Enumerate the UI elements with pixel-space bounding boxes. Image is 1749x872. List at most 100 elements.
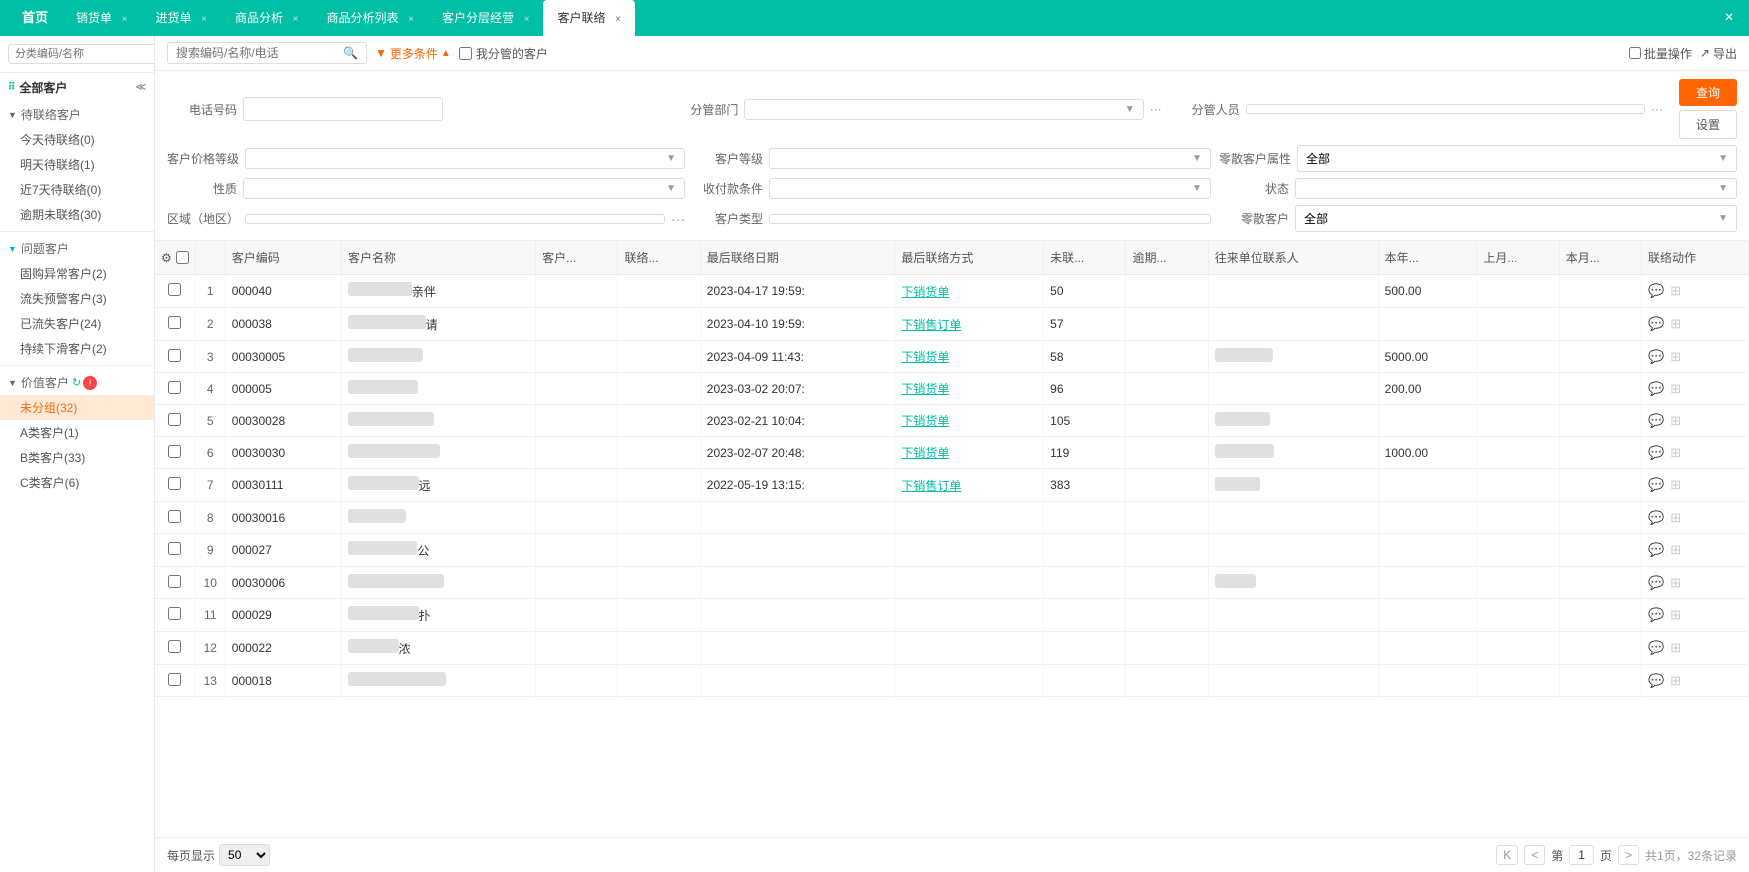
- prev-page-button[interactable]: <: [1524, 845, 1545, 865]
- col-contact[interactable]: 联络...: [618, 241, 700, 275]
- select-all-checkbox[interactable]: [176, 251, 189, 264]
- window-close-button[interactable]: ×: [1717, 6, 1741, 30]
- nav-sales-order[interactable]: 销货单 ×: [62, 0, 141, 36]
- next-page-button[interactable]: >: [1618, 845, 1639, 865]
- grid-action-icon[interactable]: ⊞: [1670, 316, 1681, 332]
- grid-action-icon[interactable]: ⊞: [1670, 575, 1681, 591]
- batch-op-button[interactable]: 批量操作: [1629, 45, 1692, 62]
- row-checkbox[interactable]: [168, 607, 181, 620]
- grid-action-icon[interactable]: ⊞: [1670, 640, 1681, 656]
- row-last-contact-method[interactable]: [895, 599, 1044, 632]
- row-checkbox[interactable]: [168, 640, 181, 653]
- current-page-display[interactable]: 1: [1569, 845, 1594, 865]
- chat-icon[interactable]: 💬: [1648, 349, 1664, 365]
- pending-contact-group[interactable]: ▼ 待联络客户: [0, 102, 154, 127]
- sidebar-item-unclassified[interactable]: 未分组(32): [0, 395, 154, 420]
- col-this-year[interactable]: 本年...: [1378, 241, 1477, 275]
- col-last-contact-method[interactable]: 最后联络方式: [895, 241, 1044, 275]
- contact-method-link[interactable]: 下销售订单: [901, 479, 961, 493]
- dept-select[interactable]: ▼: [744, 99, 1143, 120]
- col-type[interactable]: 客户...: [536, 241, 618, 275]
- chat-icon[interactable]: 💬: [1648, 477, 1664, 493]
- sidebar-item-tomorrow[interactable]: 明天待联络(1): [0, 152, 154, 177]
- grid-action-icon[interactable]: ⊞: [1670, 349, 1681, 365]
- chat-icon[interactable]: 💬: [1648, 413, 1664, 429]
- grid-action-icon[interactable]: ⊞: [1670, 413, 1681, 429]
- col-name[interactable]: 客户名称: [342, 241, 536, 275]
- phone-input[interactable]: [243, 97, 443, 121]
- sidebar-item-today[interactable]: 今天待联络(0): [0, 127, 154, 152]
- row-last-contact-method[interactable]: 下销货单: [895, 437, 1044, 469]
- customer-level-select[interactable]: ▼: [769, 148, 1211, 169]
- contact-method-link[interactable]: 下销货单: [901, 382, 949, 396]
- row-last-contact-method[interactable]: 下销货单: [895, 341, 1044, 373]
- close-customer-contact-icon[interactable]: ×: [615, 14, 621, 25]
- col-no-contact[interactable]: 未联...: [1044, 241, 1126, 275]
- search-input[interactable]: [176, 46, 343, 60]
- row-last-contact-method[interactable]: [895, 665, 1044, 697]
- reset-button[interactable]: 设置: [1679, 110, 1737, 139]
- person-select[interactable]: [1246, 104, 1645, 114]
- nav-customer-segment[interactable]: 客户分层经营 ×: [428, 0, 543, 36]
- chat-icon[interactable]: 💬: [1648, 607, 1664, 623]
- row-checkbox[interactable]: [168, 542, 181, 555]
- row-checkbox[interactable]: [168, 445, 181, 458]
- sidebar-item-overdue[interactable]: 逾期未联络(30): [0, 202, 154, 227]
- chat-icon[interactable]: 💬: [1648, 316, 1664, 332]
- row-checkbox[interactable]: [168, 510, 181, 523]
- search-icon[interactable]: 🔍: [343, 46, 358, 60]
- chat-icon[interactable]: 💬: [1648, 673, 1664, 689]
- sidebar-item-class-c[interactable]: C类客户(6): [0, 470, 154, 495]
- chat-icon[interactable]: 💬: [1648, 640, 1664, 656]
- retail-customer-select[interactable]: 全部 ▼: [1295, 205, 1737, 232]
- close-purchase-order-icon[interactable]: ×: [201, 14, 207, 25]
- chat-icon[interactable]: 💬: [1648, 445, 1664, 461]
- row-checkbox[interactable]: [168, 575, 181, 588]
- page-size-select[interactable]: 50 20 100: [219, 844, 270, 866]
- chat-icon[interactable]: 💬: [1648, 575, 1664, 591]
- retail-attr-select[interactable]: 全部 ▼: [1297, 145, 1737, 172]
- nav-product-analysis-list[interactable]: 商品分析列表 ×: [312, 0, 427, 36]
- close-product-analysis-icon[interactable]: ×: [293, 14, 299, 25]
- price-segment-group[interactable]: ▼ 价值客户 ↻ !: [0, 370, 154, 395]
- batch-op-check[interactable]: [1629, 47, 1641, 59]
- row-checkbox[interactable]: [168, 673, 181, 686]
- sidebar-item-abnormal[interactable]: 固购异常客户(2): [0, 261, 154, 286]
- row-last-contact-method[interactable]: [895, 567, 1044, 599]
- customer-type-select[interactable]: [769, 214, 1211, 224]
- settings-icon[interactable]: ⚙: [161, 251, 172, 265]
- chat-icon[interactable]: 💬: [1648, 510, 1664, 526]
- row-checkbox[interactable]: [168, 381, 181, 394]
- sidebar-item-lost[interactable]: 已流失客户(24): [0, 311, 154, 336]
- grid-action-icon[interactable]: ⊞: [1670, 673, 1681, 689]
- col-last-contact-date[interactable]: 最后联络日期: [700, 241, 895, 275]
- price-level-select[interactable]: ▼: [245, 148, 685, 169]
- close-product-analysis-list-icon[interactable]: ×: [408, 14, 414, 25]
- grid-action-icon[interactable]: ⊞: [1670, 445, 1681, 461]
- grid-action-icon[interactable]: ⊞: [1670, 381, 1681, 397]
- chat-icon[interactable]: 💬: [1648, 283, 1664, 299]
- nav-purchase-order[interactable]: 进货单 ×: [142, 0, 221, 36]
- sidebar-item-churn-risk[interactable]: 流失预警客户(3): [0, 286, 154, 311]
- row-last-contact-method[interactable]: 下销售订单: [895, 469, 1044, 502]
- row-checkbox[interactable]: [168, 283, 181, 296]
- collapse-icon[interactable]: ≪: [136, 82, 146, 93]
- chat-icon[interactable]: 💬: [1648, 542, 1664, 558]
- first-page-button[interactable]: K: [1496, 845, 1518, 865]
- more-filter-button[interactable]: ▼ 更多条件 ▲: [375, 45, 451, 62]
- row-last-contact-method[interactable]: 下销货单: [895, 405, 1044, 437]
- sidebar-item-class-b[interactable]: B类客户(33): [0, 445, 154, 470]
- row-last-contact-method[interactable]: 下销售订单: [895, 308, 1044, 341]
- grid-action-icon[interactable]: ⊞: [1670, 510, 1681, 526]
- export-button[interactable]: ↗ 导出: [1700, 45, 1737, 62]
- row-last-contact-method[interactable]: 下销货单: [895, 275, 1044, 308]
- grid-action-icon[interactable]: ⊞: [1670, 283, 1681, 299]
- close-customer-segment-icon[interactable]: ×: [524, 14, 530, 25]
- region-select[interactable]: [245, 214, 665, 224]
- search-button[interactable]: 查询: [1679, 79, 1737, 106]
- all-customers-header[interactable]: ⠿ 全部客户 ≪: [0, 73, 154, 102]
- chat-icon[interactable]: 💬: [1648, 381, 1664, 397]
- close-sales-order-icon[interactable]: ×: [122, 14, 128, 25]
- sidebar-item-near7[interactable]: 近7天待联络(0): [0, 177, 154, 202]
- status-select[interactable]: ▼: [1295, 178, 1737, 199]
